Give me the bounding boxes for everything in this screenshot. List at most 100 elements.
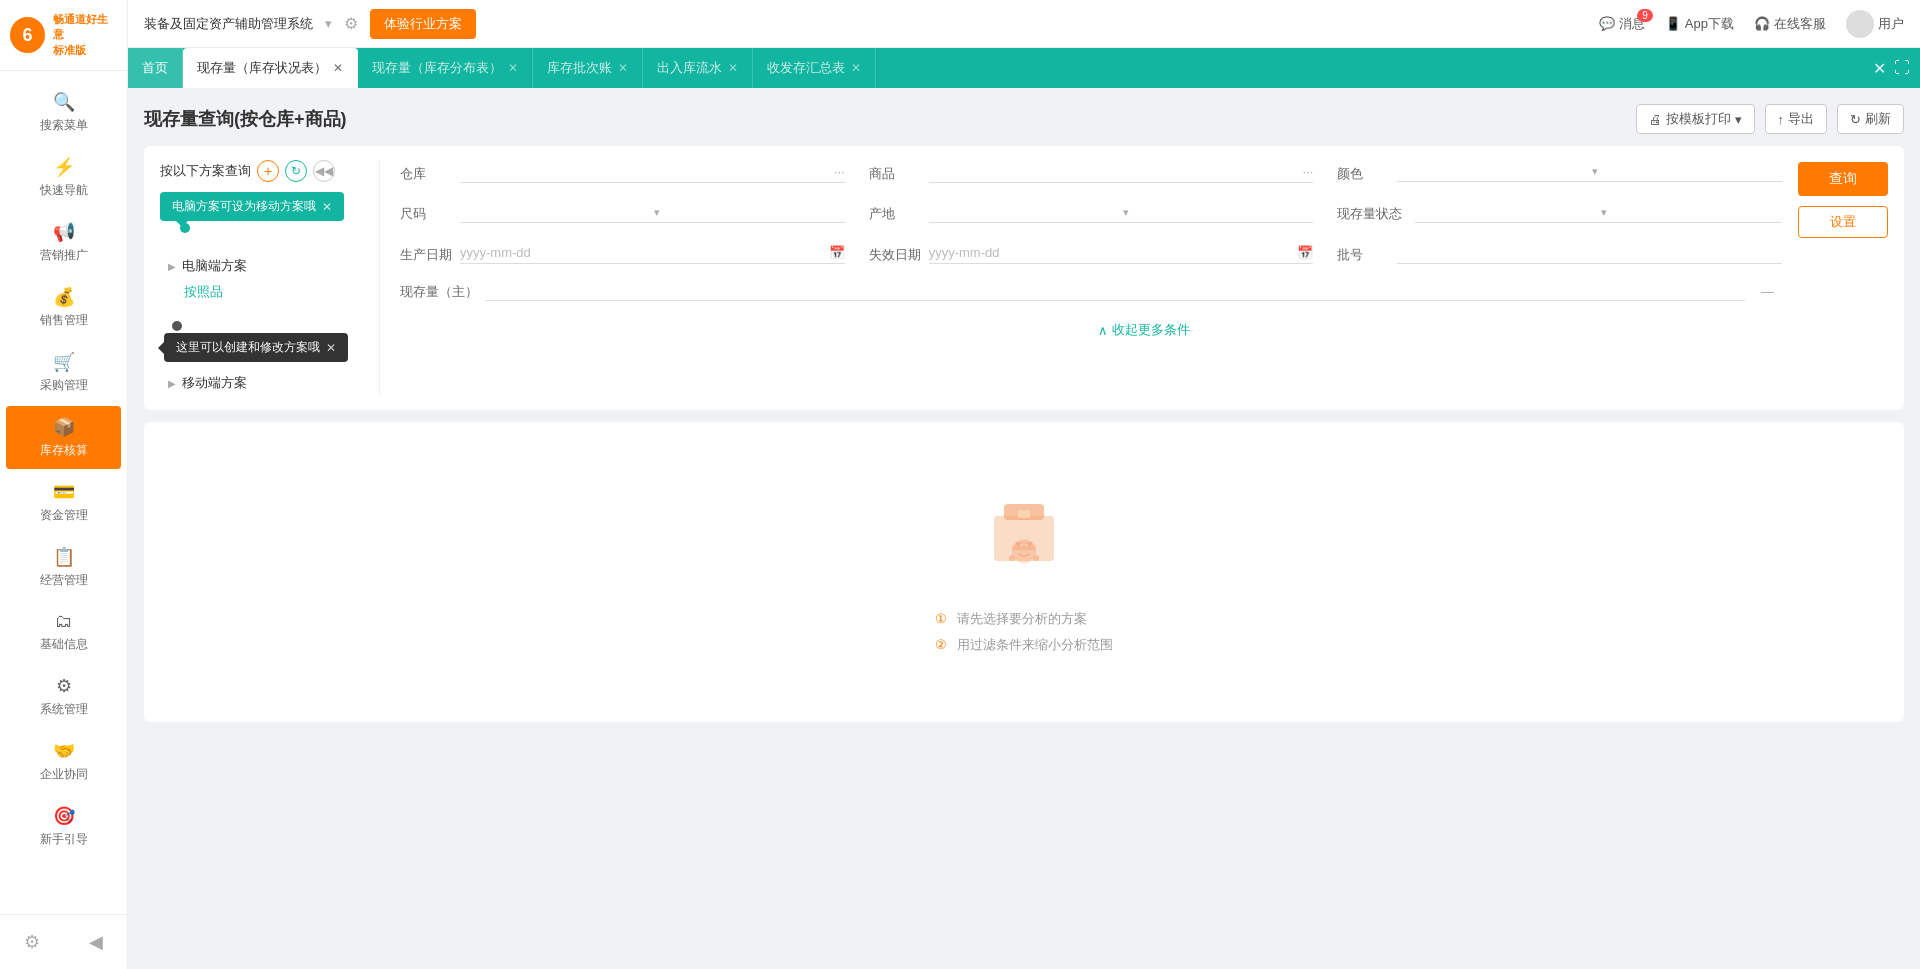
filter-section-label: 按以下方案查询	[160, 162, 251, 180]
tab-batch-account[interactable]: 库存批次账 ✕	[533, 48, 643, 88]
chevron-down-icon: ▾	[1601, 206, 1782, 219]
tab-close-icon[interactable]: ✕	[618, 61, 628, 75]
sidebar-item-enterprise[interactable]: 🤝 企业协同	[6, 730, 121, 793]
inventory-qty-from[interactable]	[486, 282, 1745, 301]
sidebar-item-marketing[interactable]: 📢 营销推广	[6, 211, 121, 274]
filter-add-scheme-btn[interactable]: +	[257, 160, 279, 182]
calendar-icon[interactable]: 📅	[1297, 245, 1313, 260]
folder-icon: 🗂	[55, 611, 73, 632]
system-title-dropdown[interactable]: ▾	[325, 16, 332, 31]
warehouse-input[interactable]	[460, 164, 830, 179]
scheme-group-mobile[interactable]: ▶ 移动端方案	[160, 370, 363, 396]
range-dash: —	[1753, 284, 1782, 299]
prod-date-input[interactable]	[460, 245, 825, 260]
tooltip-green-text: 电脑方案可设为移动方案哦	[172, 198, 316, 215]
sidebar-item-quick-nav[interactable]: ⚡ 快速导航	[6, 146, 121, 209]
topbar-right: 💬 消息 9 📱 App下载 🎧 在线客服 用户	[1599, 10, 1904, 38]
product-label: 商品	[869, 165, 921, 183]
warehouse-control[interactable]: ···	[460, 164, 845, 183]
tab-home[interactable]: 首页	[128, 48, 183, 88]
prod-date-label: 生产日期	[400, 246, 452, 264]
target-icon: 🎯	[53, 805, 75, 827]
field-expiry-date: 失效日期 📅	[869, 245, 1314, 264]
filter-area: 按以下方案查询 + ↻ ◀◀ 电脑方案可设为移动方案哦 ✕	[144, 146, 1904, 410]
batch-input[interactable]	[1397, 245, 1782, 260]
empty-state: ① 请先选择要分析的方案 ② 用过滤条件来缩小分析范围	[935, 426, 1113, 718]
empty-tip-1: ① 请先选择要分析的方案	[935, 606, 1113, 632]
gear-icon: ⚙	[56, 675, 72, 697]
sidebar-item-basic-info[interactable]: 🗂 基础信息	[6, 601, 121, 663]
sidebar-item-system[interactable]: ⚙ 系统管理	[6, 665, 121, 728]
printer-icon: 🖨	[1649, 112, 1662, 127]
page-title: 现存量查询(按仓库+商品)	[144, 107, 347, 131]
product-control[interactable]: ···	[929, 164, 1314, 183]
tab-actions: ✕ ⛶	[1863, 48, 1920, 88]
filter-back-btn[interactable]: ◀◀	[313, 160, 335, 182]
tab-fullscreen-icon[interactable]: ⛶	[1894, 59, 1910, 77]
origin-control[interactable]: ▾	[929, 206, 1314, 223]
size-control[interactable]: ▾	[460, 206, 845, 223]
sidebar-item-finance[interactable]: 💳 资金管理	[6, 471, 121, 534]
export-btn[interactable]: ↑ 导出	[1765, 104, 1828, 134]
svg-rect-2	[1018, 510, 1030, 518]
sidebar-item-inventory[interactable]: 📦 库存核算	[6, 406, 121, 469]
box-icon: 📦	[53, 416, 75, 438]
clipboard-icon: 📋	[53, 546, 75, 568]
online-support-btn[interactable]: 🎧 在线客服	[1754, 15, 1826, 33]
batch-control[interactable]	[1397, 245, 1782, 264]
inventory-status-control[interactable]: ▾	[1415, 206, 1782, 223]
page-actions: 🖨 按模板打印 ▾ ↑ 导出 ↻ 刷新	[1636, 104, 1905, 134]
sidebar-item-guide[interactable]: 🎯 新手引导	[6, 795, 121, 858]
warehouse-dots-icon[interactable]: ···	[834, 164, 845, 179]
tab-receive-summary[interactable]: 收发存汇总表 ✕	[753, 48, 876, 88]
svg-point-9	[1028, 542, 1032, 546]
prod-date-control[interactable]: 📅	[460, 245, 845, 264]
print-btn[interactable]: 🖨 按模板打印 ▾	[1636, 104, 1755, 134]
trial-btn[interactable]: 体验行业方案	[370, 9, 476, 39]
tab-inventory-dist[interactable]: 现存量（库存分布表） ✕	[358, 48, 533, 88]
sidebar-item-label: 经营管理	[40, 572, 88, 589]
settings-icon[interactable]: ⚙	[18, 925, 46, 959]
expiry-date-input[interactable]	[929, 245, 1294, 260]
collapse-sidebar-icon[interactable]: ◀	[83, 925, 109, 959]
sidebar-item-label: 采购管理	[40, 377, 88, 394]
tab-maximize-icon[interactable]: ✕	[1873, 59, 1886, 78]
product-dots-icon[interactable]: ···	[1302, 164, 1313, 179]
chevron-down-icon: ▾	[654, 206, 844, 219]
sidebar-item-purchase[interactable]: 🛒 采购管理	[6, 341, 121, 404]
field-color: 颜色 ▾	[1337, 164, 1782, 183]
sidebar-item-search[interactable]: 🔍 搜索菜单	[6, 81, 121, 144]
tab-close-icon[interactable]: ✕	[508, 61, 518, 75]
tab-inventory-status[interactable]: 现存量（库存状况表） ✕	[183, 48, 358, 88]
topbar-settings-icon[interactable]: ⚙	[344, 14, 358, 33]
color-label: 颜色	[1337, 165, 1389, 183]
sidebar-item-operations[interactable]: 📋 经营管理	[6, 536, 121, 599]
search-btn[interactable]: 查询	[1798, 162, 1888, 196]
scheme-arrow-icon: ▶	[168, 261, 176, 272]
refresh-btn[interactable]: ↻ 刷新	[1837, 104, 1904, 134]
tab-close-icon[interactable]: ✕	[333, 61, 343, 75]
reset-btn[interactable]: 设置	[1798, 206, 1888, 238]
tooltip-green-close[interactable]: ✕	[322, 200, 332, 214]
sidebar-bottom: ⚙ ◀	[0, 914, 127, 969]
tab-in-out-flow[interactable]: 出入库流水 ✕	[643, 48, 753, 88]
inventory-qty-from-input[interactable]	[486, 282, 1745, 297]
calendar-icon[interactable]: 📅	[829, 245, 845, 260]
sidebar-item-sales[interactable]: 💰 销售管理	[6, 276, 121, 339]
scheme-group-desktop[interactable]: ▶ 电脑端方案	[160, 253, 363, 279]
collapse-bar[interactable]: ∧ 收起更多条件	[400, 313, 1888, 347]
expiry-date-control[interactable]: 📅	[929, 245, 1314, 264]
message-btn[interactable]: 💬 消息 9	[1599, 15, 1645, 33]
svg-point-5	[1009, 555, 1015, 561]
tab-close-icon[interactable]: ✕	[728, 61, 738, 75]
color-control[interactable]: ▾	[1397, 165, 1782, 182]
tooltip-dark-close[interactable]: ✕	[326, 341, 336, 355]
tab-close-icon[interactable]: ✕	[851, 61, 861, 75]
user-btn[interactable]: 用户	[1846, 10, 1904, 38]
product-input[interactable]	[929, 164, 1299, 179]
field-product: 商品 ···	[869, 164, 1314, 183]
app-download-btn[interactable]: 📱 App下载	[1665, 15, 1734, 33]
scheme-item-product[interactable]: 按照品	[176, 279, 363, 305]
filter-refresh-btn[interactable]: ↻	[285, 160, 307, 182]
message-badge: 9	[1637, 9, 1653, 22]
